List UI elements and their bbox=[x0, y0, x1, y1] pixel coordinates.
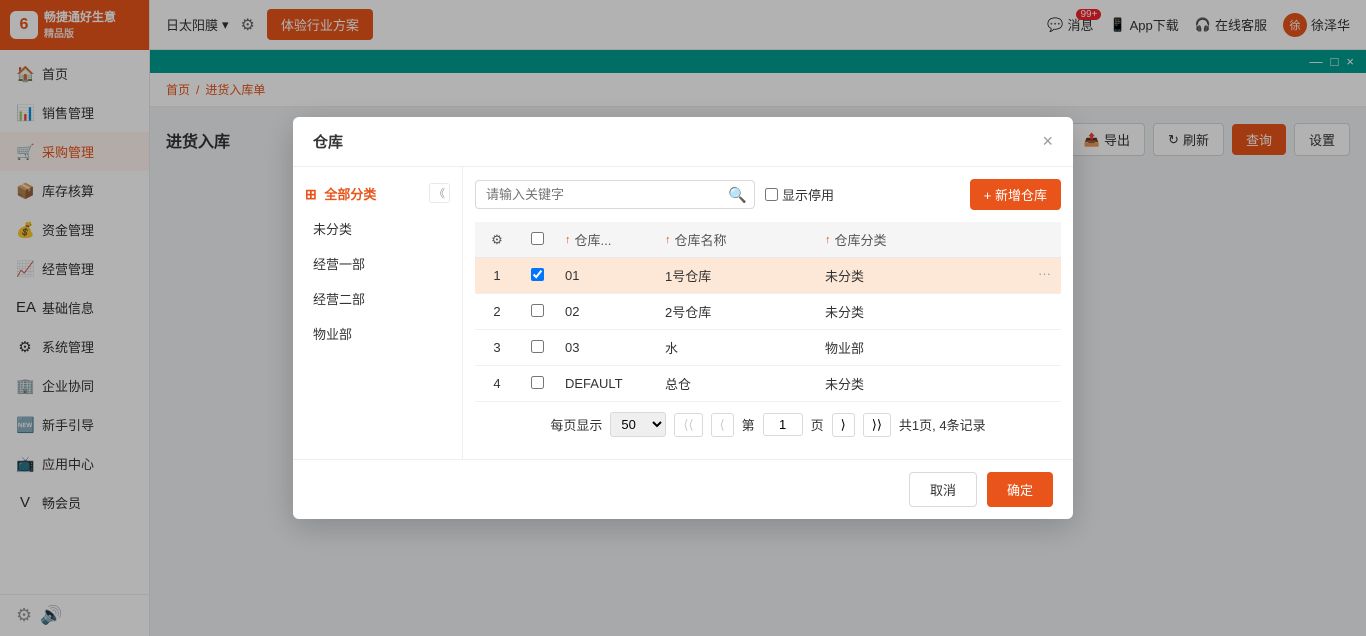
last-page-button[interactable]: ⟩⟩ bbox=[863, 413, 891, 437]
category-panel: ⊞ 全部分类 《 未分类经营一部经营二部物业部 bbox=[293, 167, 463, 459]
sort-icon: ↑ bbox=[565, 234, 571, 246]
add-warehouse-button[interactable]: + 新增仓库 bbox=[970, 179, 1061, 210]
warehouse-table: ⚙ ↑ 仓库... bbox=[475, 222, 1061, 402]
search-button[interactable]: 🔍 bbox=[728, 186, 747, 204]
next-page-button[interactable]: ⟩ bbox=[832, 413, 855, 437]
dialog-body: ⊞ 全部分类 《 未分类经营一部经营二部物业部 🔍 bbox=[293, 167, 1073, 459]
row-category: 物业部 bbox=[815, 330, 1061, 366]
row-check[interactable] bbox=[519, 330, 555, 366]
th-code: ↑ 仓库... bbox=[555, 222, 655, 258]
search-input[interactable] bbox=[475, 180, 755, 209]
row-code: 03 bbox=[555, 330, 655, 366]
pagination: 每页显示 50 20 100 ⟨⟨ ⟨ 第 页 ⟩ ⟩⟩ 共1页, 4条记录 bbox=[475, 402, 1061, 447]
row-code: 01 bbox=[555, 258, 655, 294]
row-category: 未分类··· bbox=[815, 258, 1061, 294]
category-header[interactable]: ⊞ 全部分类 《 bbox=[293, 175, 462, 211]
table-row[interactable]: 2 02 2号仓库 未分类 bbox=[475, 294, 1061, 330]
category-item[interactable]: 物业部 bbox=[293, 316, 462, 351]
total-info: 共1页, 4条记录 bbox=[899, 415, 986, 434]
row-name: 2号仓库 bbox=[655, 294, 815, 330]
row-name: 水 bbox=[655, 330, 815, 366]
row-check[interactable] bbox=[519, 294, 555, 330]
row-name: 总仓 bbox=[655, 366, 815, 402]
row-checkbox[interactable] bbox=[531, 340, 544, 353]
category-list: 未分类经营一部经营二部物业部 bbox=[293, 211, 462, 351]
confirm-button[interactable]: 确定 bbox=[987, 472, 1053, 507]
category-header-label: 全部分类 bbox=[324, 187, 376, 202]
row-check[interactable] bbox=[519, 366, 555, 402]
dialog-toolbar: 🔍 显示停用 + 新增仓库 bbox=[475, 179, 1061, 210]
prev-page-button[interactable]: ⟨ bbox=[711, 413, 734, 437]
show-disabled-text: 显示停用 bbox=[782, 185, 834, 204]
category-item[interactable]: 经营一部 bbox=[293, 246, 462, 281]
per-page-label: 每页显示 bbox=[550, 415, 602, 434]
th-name-label: 仓库名称 bbox=[675, 230, 727, 249]
row-checkbox[interactable] bbox=[531, 376, 544, 389]
show-disabled-checkbox[interactable] bbox=[765, 188, 778, 201]
row-num: 3 bbox=[475, 330, 519, 366]
dialog-right-panel: 🔍 显示停用 + 新增仓库 ⚙ bbox=[463, 167, 1073, 459]
row-num: 1 bbox=[475, 258, 519, 294]
sort-icon2: ↑ bbox=[665, 234, 671, 246]
row-num: 4 bbox=[475, 366, 519, 402]
row-category: 未分类 bbox=[815, 294, 1061, 330]
page-suffix: 页 bbox=[811, 415, 824, 434]
dialog-title: 仓库 bbox=[313, 131, 343, 152]
search-wrap: 🔍 bbox=[475, 180, 755, 209]
th-check bbox=[519, 222, 555, 258]
table-header: ⚙ ↑ 仓库... bbox=[475, 222, 1061, 258]
dialog-close-button[interactable]: × bbox=[1042, 131, 1053, 152]
select-all-checkbox[interactable] bbox=[531, 232, 544, 245]
warehouse-table-wrap: ⚙ ↑ 仓库... bbox=[475, 222, 1061, 402]
row-name: 1号仓库 bbox=[655, 258, 815, 294]
table-row[interactable]: 1 01 1号仓库 未分类··· bbox=[475, 258, 1061, 294]
th-category: ↑ 仓库分类 bbox=[815, 222, 1061, 258]
page-label: 第 bbox=[742, 415, 755, 434]
category-item[interactable]: 经营二部 bbox=[293, 281, 462, 316]
table-row[interactable]: 4 DEFAULT 总仓 未分类 bbox=[475, 366, 1061, 402]
th-category-label: 仓库分类 bbox=[835, 230, 887, 249]
modal-overlay: 仓库 × ⊞ 全部分类 《 未分类经营一部经营二部物业部 bbox=[0, 0, 1366, 636]
row-code: 02 bbox=[555, 294, 655, 330]
category-collapse-button[interactable]: 《 bbox=[429, 183, 450, 203]
table-row[interactable]: 3 03 水 物业部 bbox=[475, 330, 1061, 366]
dialog-footer: 取消 确定 bbox=[293, 459, 1073, 519]
row-code: DEFAULT bbox=[555, 366, 655, 402]
dialog-header: 仓库 × bbox=[293, 117, 1073, 167]
sort-icon3: ↑ bbox=[825, 234, 831, 246]
warehouse-dialog: 仓库 × ⊞ 全部分类 《 未分类经营一部经营二部物业部 bbox=[293, 117, 1073, 519]
page-input[interactable] bbox=[763, 413, 803, 436]
gear-icon[interactable]: ⚙ bbox=[491, 232, 503, 247]
table-body: 1 01 1号仓库 未分类··· 2 02 2号仓库 未分类 3 03 水 物业… bbox=[475, 258, 1061, 402]
th-name: ↑ 仓库名称 bbox=[655, 222, 815, 258]
per-page-select[interactable]: 50 20 100 bbox=[610, 412, 666, 437]
row-action[interactable]: ··· bbox=[1038, 266, 1051, 281]
row-category: 未分类 bbox=[815, 366, 1061, 402]
row-checkbox[interactable] bbox=[531, 268, 544, 281]
cancel-button[interactable]: 取消 bbox=[909, 472, 977, 507]
show-disabled-label[interactable]: 显示停用 bbox=[765, 185, 834, 204]
row-check[interactable] bbox=[519, 258, 555, 294]
th-num: ⚙ bbox=[475, 222, 519, 258]
row-num: 2 bbox=[475, 294, 519, 330]
first-page-button[interactable]: ⟨⟨ bbox=[674, 413, 702, 437]
row-checkbox[interactable] bbox=[531, 304, 544, 317]
grid-icon: ⊞ bbox=[305, 186, 317, 202]
th-code-label: 仓库... bbox=[575, 230, 612, 249]
category-item[interactable]: 未分类 bbox=[293, 211, 462, 246]
